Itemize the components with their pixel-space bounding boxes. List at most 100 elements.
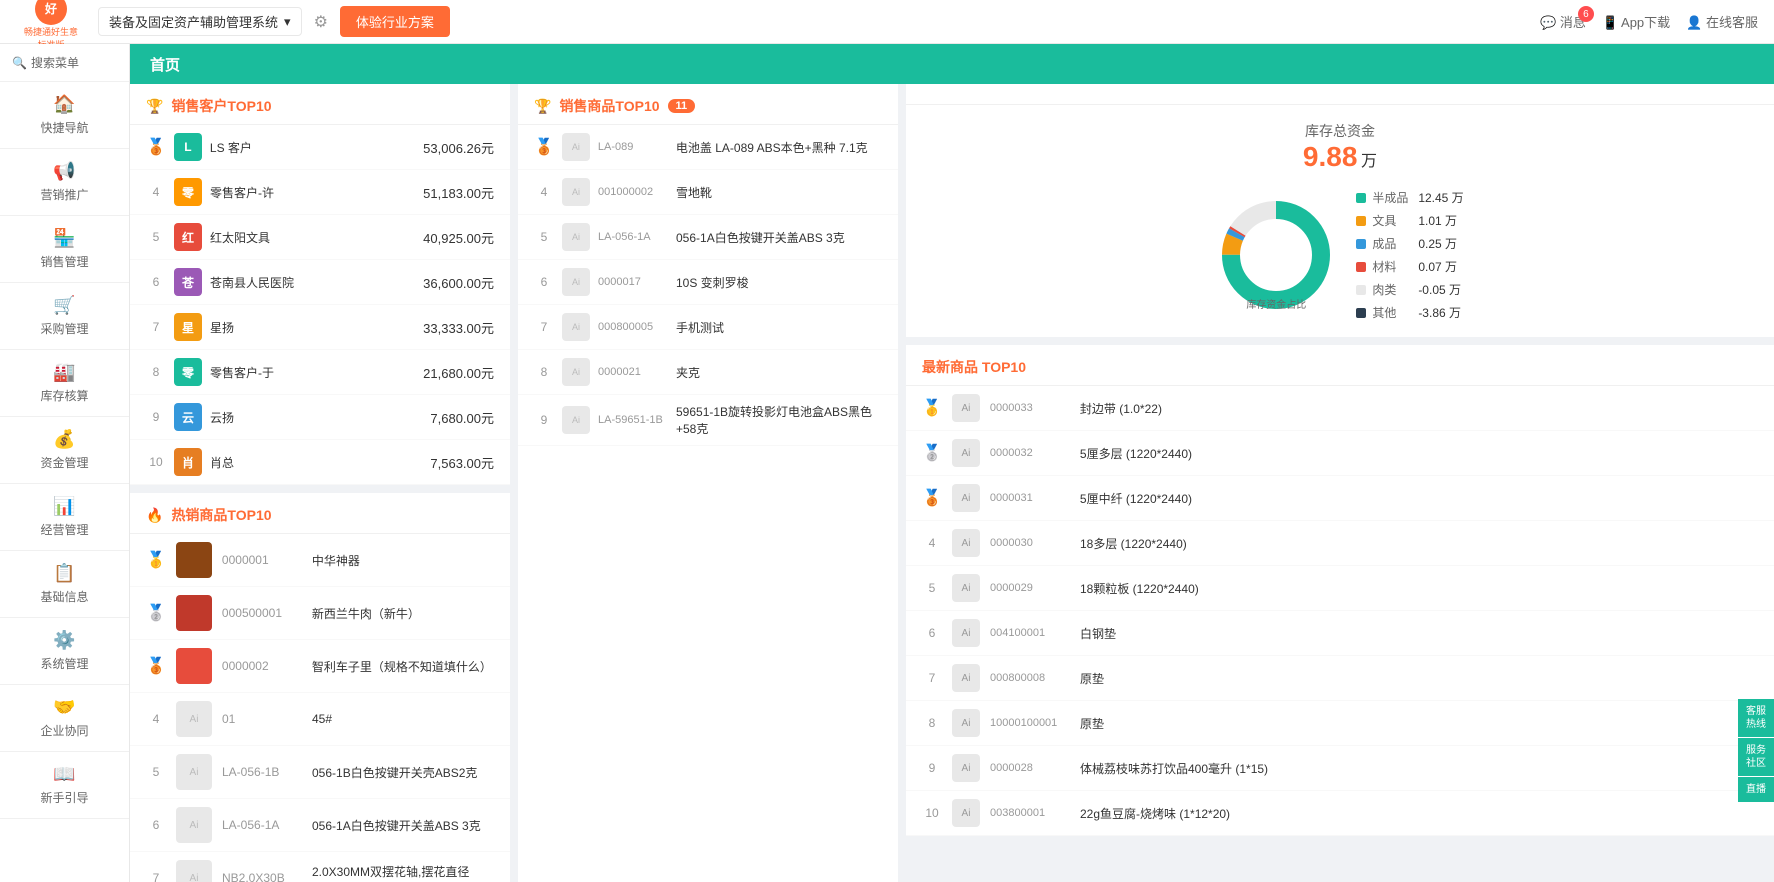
- sales-customer-item: 6 苍 苍南县人民医院 36,600.00元: [130, 260, 510, 305]
- sidebar-item-quick-nav[interactable]: 🏠 快捷导航: [0, 82, 129, 149]
- sales-customer-label: 销售客户TOP10: [171, 96, 271, 116]
- hot-product-item: 🥈 000500001 新西兰牛肉（新牛）: [130, 587, 510, 640]
- marketing-icon: 📢: [53, 161, 75, 182]
- hot-products-label: 热销商品TOP10: [171, 505, 271, 525]
- sales-product-item: 4 Ai 001000002 雪地靴: [518, 170, 898, 215]
- app-download[interactable]: 📱 App下载: [1602, 12, 1670, 31]
- sales-customer-item: 5 红 红太阳文具 40,925.00元: [130, 215, 510, 260]
- top-bar-right: 💬 6 消息 📱 App下载 👤 在线客服: [1540, 12, 1758, 31]
- guide-icon: 📖: [53, 764, 75, 785]
- sidebar-item-system[interactable]: ⚙️ 系统管理: [0, 618, 129, 685]
- sales-customer-item: 🥉 L LS 客户 53,006.26元: [130, 125, 510, 170]
- new-product-item: 9 Ai 0000028 体械荔枝味苏打饮品400毫升 (1*15): [906, 746, 1774, 791]
- legend-item: 文具 1.01 万: [1356, 212, 1463, 229]
- sales-customers-list: 🥉 L LS 客户 53,006.26元 4 零 零售客户-许 51,183.0…: [130, 125, 510, 485]
- system-selector[interactable]: 装备及固定资产辅助管理系统 ▾: [98, 7, 302, 36]
- sales-products-title: 🏆 销售商品TOP10 11: [518, 84, 898, 125]
- sales-customer-item: 7 星 星扬 33,333.00元: [130, 305, 510, 350]
- hot-icon: 🔥: [146, 507, 163, 524]
- sales-product-item: 8 Ai 0000021 夹克: [518, 350, 898, 395]
- sidebar-item-guide[interactable]: 📖 新手引导: [0, 752, 129, 819]
- hot-product-item: 4 Ai 01 45#: [130, 693, 510, 746]
- logo-text: 畅捷通好生意: [24, 25, 78, 38]
- sidebar-item-inventory[interactable]: 🏭 库存核算: [0, 350, 129, 417]
- new-product-item: 🥇 Ai 0000033 封边带 (1.0*22): [906, 386, 1774, 431]
- sales-product-item: 7 Ai 000800005 手机测试: [518, 305, 898, 350]
- sidebar-label: 系统管理: [40, 655, 88, 672]
- sidebar-item-operations[interactable]: 📊 经营管理: [0, 484, 129, 551]
- sidebar-item-sales[interactable]: 🏪 销售管理: [0, 216, 129, 283]
- home-icon: 🏠: [53, 94, 75, 115]
- donut-chart: 库存资金占比: [1216, 195, 1336, 315]
- sidebar-item-basic[interactable]: 📋 基础信息: [0, 551, 129, 618]
- sidebar-label: 采购管理: [40, 320, 88, 337]
- sales-customer-title: 🏆 销售客户TOP10 22: [130, 84, 510, 125]
- sidebar-search[interactable]: 🔍 搜索菜单: [0, 44, 129, 82]
- middle-panel: 🏆 销售商品TOP10 11 🥉 Ai LA-089 电池盖 LA-089 AB…: [518, 84, 898, 882]
- sidebar-item-finance[interactable]: 💰 资金管理: [0, 417, 129, 484]
- content-area: 首页 🏆 销售客户TOP10 22 🥉 L LS 客户 53,006.26: [130, 44, 1774, 882]
- basic-icon: 📋: [53, 563, 75, 584]
- legend-item: 半成品 12.45 万: [1356, 189, 1463, 206]
- new-product-item: 🥉 Ai 0000031 5厘中纤 (1220*2440): [906, 476, 1774, 521]
- sidebar-label: 资金管理: [40, 454, 88, 471]
- trophy2-icon: 🏆: [534, 98, 551, 115]
- inventory-amount-row: 9.88 万: [922, 141, 1758, 173]
- sidebar-item-purchase[interactable]: 🛒 采购管理: [0, 283, 129, 350]
- new-product-item: 7 Ai 000800008 原垫: [906, 656, 1774, 701]
- sales-product-item: 9 Ai LA-59651-1B 59651-1B旋转投影灯电池盒ABS黑色+5…: [518, 395, 898, 446]
- chart-container: 库存资金占比 半成品 12.45 万 文具 1.01 万 成品 0.25 万 材…: [906, 189, 1774, 337]
- inventory-icon: 🏭: [53, 362, 75, 383]
- main-area: 🔍 搜索菜单 🏠 快捷导航 📢 营销推广 🏪 销售管理 🛒 采购管理 🏭: [0, 44, 1774, 882]
- hot-products-title: 🔥 热销商品TOP10: [130, 493, 510, 534]
- new-products-panel: 最新商品 TOP10 🥇 Ai 0000033 封边带 (1.0*22) 🥈 A…: [906, 345, 1774, 836]
- float-buttons: 客服热线 服务社区 直播: [1738, 699, 1774, 802]
- inventory-unit: 万: [1361, 153, 1377, 170]
- new-product-item: 🥈 Ai 0000032 5厘多层 (1220*2440): [906, 431, 1774, 476]
- dropdown-icon: ▾: [284, 14, 291, 30]
- sidebar-label: 企业协同: [40, 722, 88, 739]
- inventory-title-text: 库存总资金: [1305, 123, 1375, 139]
- right-column: 库存总资金 9.88 万: [906, 84, 1774, 882]
- float-btn-live[interactable]: 直播: [1738, 777, 1774, 802]
- sales-customer-item: 9 云 云扬 7,680.00元: [130, 395, 510, 440]
- new-product-item: 8 Ai 10000100001 原垫: [906, 701, 1774, 746]
- system-icon: ⚙️: [53, 630, 75, 651]
- sidebar-label: 销售管理: [40, 253, 88, 270]
- new-products-label: 最新商品 TOP10: [922, 357, 1026, 377]
- settings-icon[interactable]: ⚙: [314, 12, 328, 32]
- sales-products-list: 🥉 Ai LA-089 电池盖 LA-089 ABS本色+黑种 7.1克 4 A…: [518, 125, 898, 446]
- enterprise-icon: 🤝: [53, 697, 75, 718]
- sales-customer-item: 10 肖 肖总 7,563.00元: [130, 440, 510, 485]
- service-icon: 👤: [1686, 15, 1702, 30]
- inventory-panel: 库存总资金 9.88 万: [906, 84, 1774, 337]
- new-product-item: 5 Ai 0000029 18颗粒板 (1220*2440): [906, 566, 1774, 611]
- ratio-label: 库存资金占比: [1216, 296, 1336, 311]
- sales-product-item: 🥉 Ai LA-089 电池盖 LA-089 ABS本色+黑种 7.1克: [518, 125, 898, 170]
- hot-product-item: 🥉 0000002 智利车子里（规格不知道填什么）: [130, 640, 510, 693]
- notification-area[interactable]: 💬 6 消息: [1540, 12, 1586, 31]
- sales-products-badge: 11: [668, 99, 696, 113]
- new-products-title: 最新商品 TOP10: [906, 345, 1774, 386]
- notification-count: 6: [1578, 6, 1594, 22]
- hot-products-list: 🥇 0000001 中华神器 🥈 000500001 新西兰牛肉（新牛） 🥉 0…: [130, 534, 510, 882]
- hot-products-panel: 🔥 热销商品TOP10 🥇 0000001 中华神器 🥈 000500001 新…: [130, 493, 510, 882]
- sidebar-item-enterprise[interactable]: 🤝 企业协同: [0, 685, 129, 752]
- sales-product-item: 5 Ai LA-056-1A 056-1A白色按键开关盖ABS 3克: [518, 215, 898, 260]
- trial-button[interactable]: 体验行业方案: [340, 6, 450, 37]
- hot-product-item: 5 Ai LA-056-1B 056-1B白色按键开关壳ABS2克: [130, 746, 510, 799]
- operations-icon: 📊: [53, 496, 75, 517]
- inventory-summary: 库存总资金 9.88 万: [906, 105, 1774, 189]
- trophy-icon: 🏆: [146, 98, 163, 115]
- online-service[interactable]: 👤 在线客服: [1686, 12, 1758, 31]
- inventory-section-title: [906, 84, 1774, 105]
- hot-product-item: 🥇 0000001 中华神器: [130, 534, 510, 587]
- system-title: 装备及固定资产辅助管理系统: [109, 12, 278, 31]
- sidebar-label: 库存核算: [40, 387, 88, 404]
- legend-item: 其他 -3.86 万: [1356, 304, 1463, 321]
- hot-product-item: 6 Ai LA-056-1A 056-1A白色按键开关盖ABS 3克: [130, 799, 510, 852]
- purchase-icon: 🛒: [53, 295, 75, 316]
- sidebar-item-marketing[interactable]: 📢 营销推广: [0, 149, 129, 216]
- float-btn-service[interactable]: 客服热线: [1738, 699, 1774, 737]
- float-btn-community[interactable]: 服务社区: [1738, 738, 1774, 776]
